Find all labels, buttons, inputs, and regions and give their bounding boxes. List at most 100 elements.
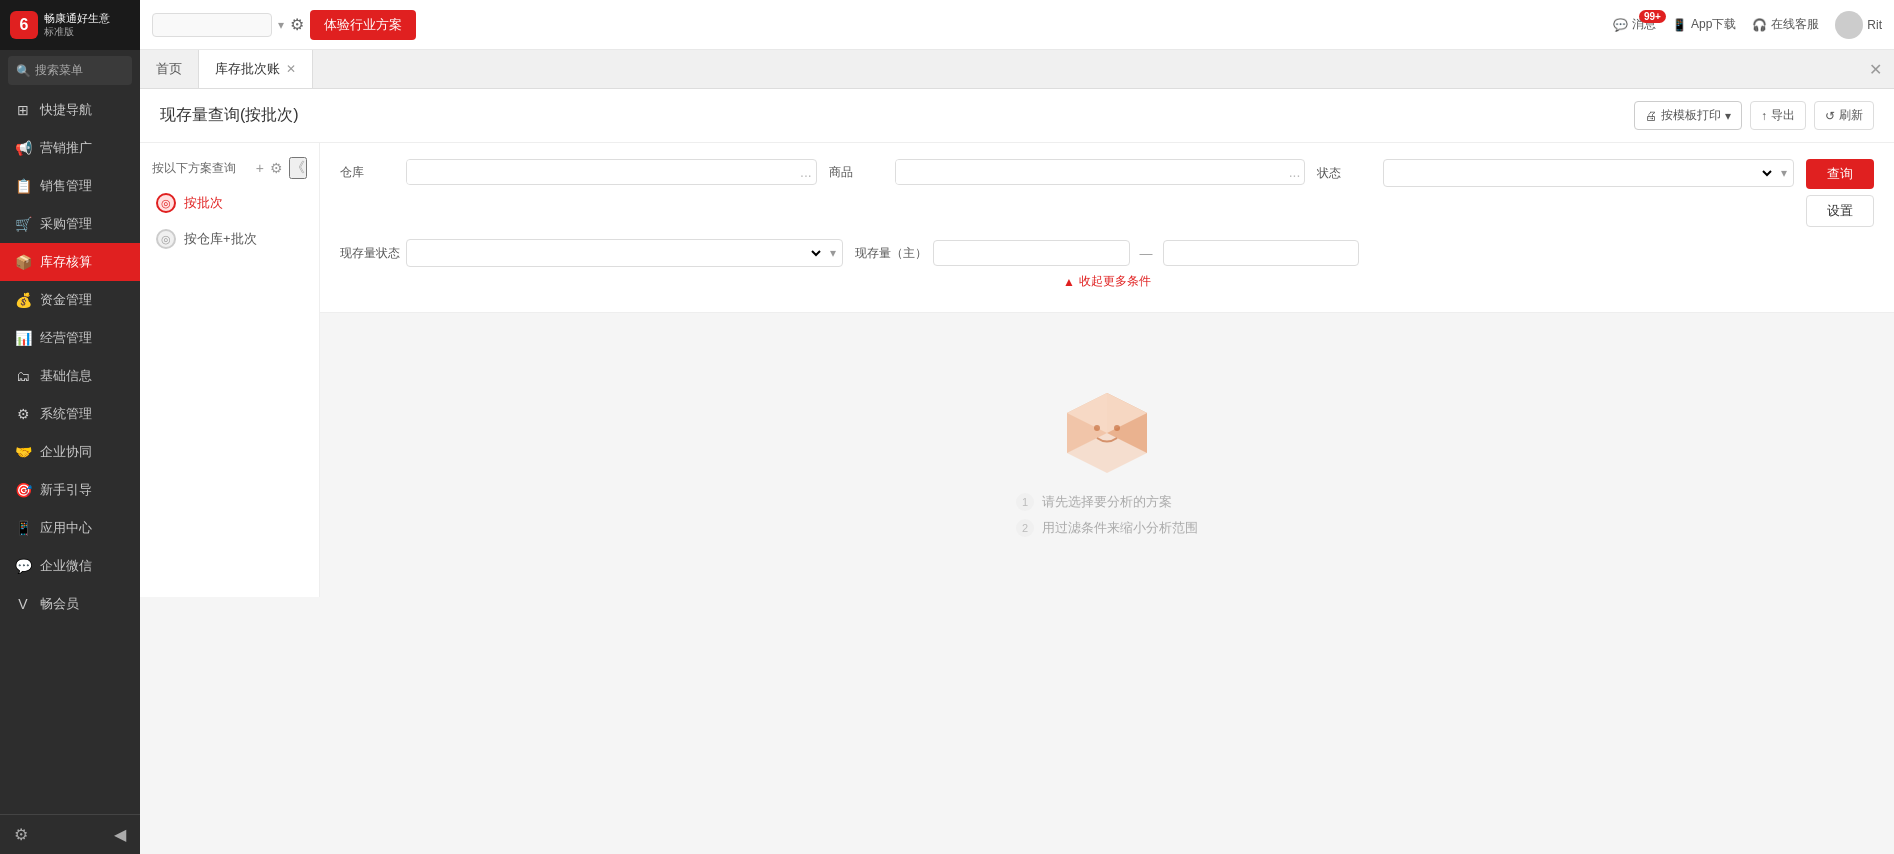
sidebar-nav: ⊞ 快捷导航📢 营销推广📋 销售管理🛒 采购管理📦 库存核算💰 资金管理📊 经营… — [0, 91, 140, 814]
sidebar-item-basic[interactable]: 🗂 基础信息 — [0, 357, 140, 395]
stock-status-select[interactable] — [407, 240, 824, 266]
empty-illustration — [1047, 373, 1167, 473]
settings-button[interactable]: 设置 — [1806, 195, 1874, 227]
filter-panel: 按以下方案查询 + ⚙ 《 ◎ 按批次 ◎ 按仓库+批次 — [140, 143, 320, 597]
hint-text-2: 用过滤条件来缩小分析范围 — [1042, 519, 1198, 537]
app-info: 畅康通好生意 标准版 — [44, 11, 110, 39]
messages-badge: 99+ — [1639, 10, 1666, 23]
messages-btn[interactable]: 💬 消息 99+ — [1613, 16, 1656, 33]
refresh-label: 刷新 — [1839, 107, 1863, 124]
tab-close-btn[interactable]: ✕ — [286, 62, 296, 76]
stock-qty-label: 现存量（主） — [855, 245, 927, 262]
stock-status-select-wrapper: ▾ — [406, 239, 843, 267]
sidebar-search[interactable]: 🔍 搜索菜单 — [8, 56, 132, 85]
sidebar-item-sales[interactable]: 📋 销售管理 — [0, 167, 140, 205]
print-template-btn[interactable]: 🖨 按模板打印 ▾ — [1634, 101, 1742, 130]
collapse-conditions-btn[interactable]: ▲ 收起更多条件 — [340, 267, 1874, 296]
warehouse-label: 仓库 — [340, 164, 400, 181]
nav-icon-apps: 📱 — [14, 519, 32, 537]
topbar: ▾ ⚙ 体验行业方案 💬 消息 99+ 📱 App下载 🎧 在线客服 Rit — [140, 0, 1894, 50]
nav-icon-system: ⚙ — [14, 405, 32, 423]
topbar-right: 💬 消息 99+ 📱 App下载 🎧 在线客服 Rit — [1613, 11, 1882, 39]
refresh-btn[interactable]: ↺ 刷新 — [1814, 101, 1874, 130]
nav-label-basic: 基础信息 — [40, 367, 92, 385]
stock-qty-from-input[interactable] — [933, 240, 1129, 266]
nav-label-finance: 资金管理 — [40, 291, 92, 309]
sidebar-item-inventory[interactable]: 📦 库存核算 — [0, 243, 140, 281]
nav-icon-vip: V — [14, 595, 32, 613]
app-download-label: App下载 — [1691, 16, 1736, 33]
sidebar-item-system[interactable]: ⚙ 系统管理 — [0, 395, 140, 433]
search-label: 搜索菜单 — [35, 62, 83, 79]
collapse-sidebar-btn[interactable]: ◀ — [112, 823, 128, 846]
status-select[interactable] — [1384, 160, 1775, 186]
nav-label-system: 系统管理 — [40, 405, 92, 423]
trial-button[interactable]: 体验行业方案 — [310, 10, 416, 40]
online-service-btn[interactable]: 🎧 在线客服 — [1752, 16, 1819, 33]
filter-settings-btn[interactable]: ⚙ — [270, 157, 283, 179]
hint-text-1: 请先选择要分析的方案 — [1042, 493, 1172, 511]
sidebar-item-newbie[interactable]: 🎯 新手引导 — [0, 471, 140, 509]
user-profile-btn[interactable]: Rit — [1835, 11, 1882, 39]
print-chevron-icon: ▾ — [1725, 109, 1731, 123]
settings-footer-btn[interactable]: ⚙ — [12, 823, 30, 846]
query-button[interactable]: 查询 — [1806, 159, 1874, 189]
tabs-bar: 首页 库存批次账 ✕ ✕ — [140, 50, 1894, 89]
filter-item-by-batch[interactable]: ◎ 按批次 — [140, 185, 319, 221]
nav-label-sales: 销售管理 — [40, 177, 92, 195]
filter-item-by-warehouse-batch[interactable]: ◎ 按仓库+批次 — [140, 221, 319, 257]
filter-add-btn[interactable]: + — [256, 157, 264, 179]
status-label: 状态 — [1317, 165, 1377, 182]
empty-state: 1 请先选择要分析的方案 2 用过滤条件来缩小分析范围 — [320, 313, 1894, 597]
tab-batch-account[interactable]: 库存批次账 ✕ — [199, 50, 313, 88]
topbar-chevron-icon[interactable]: ▾ — [278, 18, 284, 32]
app-download-btn[interactable]: 📱 App下载 — [1672, 16, 1736, 33]
nav-label-marketing: 营销推广 — [40, 139, 92, 157]
app-logo: 6 — [10, 11, 38, 39]
main-area: ▾ ⚙ 体验行业方案 💬 消息 99+ 📱 App下载 🎧 在线客服 Rit — [140, 0, 1894, 854]
stock-status-label: 现存量状态 — [340, 245, 400, 262]
page-header: 现存量查询(按批次) 🖨 按模板打印 ▾ ↑ 导出 ↺ 刷新 — [140, 89, 1894, 143]
message-icon: 💬 — [1613, 18, 1628, 32]
tab-home[interactable]: 首页 — [140, 50, 199, 88]
sidebar: 6 畅康通好生意 标准版 🔍 搜索菜单 ⊞ 快捷导航📢 营销推广📋 销售管理🛒 … — [0, 0, 140, 854]
status-chevron-icon: ▾ — [1775, 166, 1793, 180]
warehouse-input[interactable] — [407, 160, 796, 184]
product-input[interactable] — [896, 160, 1285, 184]
sidebar-item-finance[interactable]: 💰 资金管理 — [0, 281, 140, 319]
nav-label-quicknav: 快捷导航 — [40, 101, 92, 119]
warehouse-dots-btn[interactable]: ... — [796, 164, 816, 180]
sidebar-item-operations[interactable]: 📊 经营管理 — [0, 319, 140, 357]
sidebar-item-apps[interactable]: 📱 应用中心 — [0, 509, 140, 547]
export-btn[interactable]: ↑ 导出 — [1750, 101, 1806, 130]
nav-icon-wechat: 💬 — [14, 557, 32, 575]
stock-qty-to-input[interactable] — [1163, 240, 1359, 266]
topbar-gear-icon[interactable]: ⚙ — [290, 15, 304, 34]
nav-icon-collab: 🤝 — [14, 443, 32, 461]
page-actions: 🖨 按模板打印 ▾ ↑ 导出 ↺ 刷新 — [1634, 101, 1874, 130]
sidebar-item-quicknav[interactable]: ⊞ 快捷导航 — [0, 91, 140, 129]
export-label: 导出 — [1771, 107, 1795, 124]
product-dots-btn[interactable]: ... — [1285, 164, 1305, 180]
app-title: 畅康通好生意 — [44, 11, 110, 25]
sidebar-item-marketing[interactable]: 📢 营销推广 — [0, 129, 140, 167]
filter-item-label-wh-batch: 按仓库+批次 — [184, 230, 257, 248]
sidebar-header: 6 畅康通好生意 标准版 — [0, 0, 140, 50]
sidebar-item-collab[interactable]: 🤝 企业协同 — [0, 433, 140, 471]
export-icon: ↑ — [1761, 109, 1767, 123]
nav-icon-operations: 📊 — [14, 329, 32, 347]
nav-icon-sales: 📋 — [14, 177, 32, 195]
nav-icon-finance: 💰 — [14, 291, 32, 309]
tabs-close-all-btn[interactable]: ✕ — [1857, 60, 1894, 79]
sidebar-item-wechat[interactable]: 💬 企业微信 — [0, 547, 140, 585]
topbar-search-input[interactable] — [152, 13, 272, 37]
sidebar-item-vip[interactable]: V 畅会员 — [0, 585, 140, 623]
nav-icon-basic: 🗂 — [14, 367, 32, 385]
sidebar-item-purchase[interactable]: 🛒 采购管理 — [0, 205, 140, 243]
nav-label-apps: 应用中心 — [40, 519, 92, 537]
nav-icon-newbie: 🎯 — [14, 481, 32, 499]
collapse-label: 收起更多条件 — [1079, 273, 1151, 290]
svg-point-5 — [1114, 425, 1120, 431]
filter-collapse-btn[interactable]: 《 — [289, 157, 307, 179]
page-title: 现存量查询(按批次) — [160, 105, 299, 126]
